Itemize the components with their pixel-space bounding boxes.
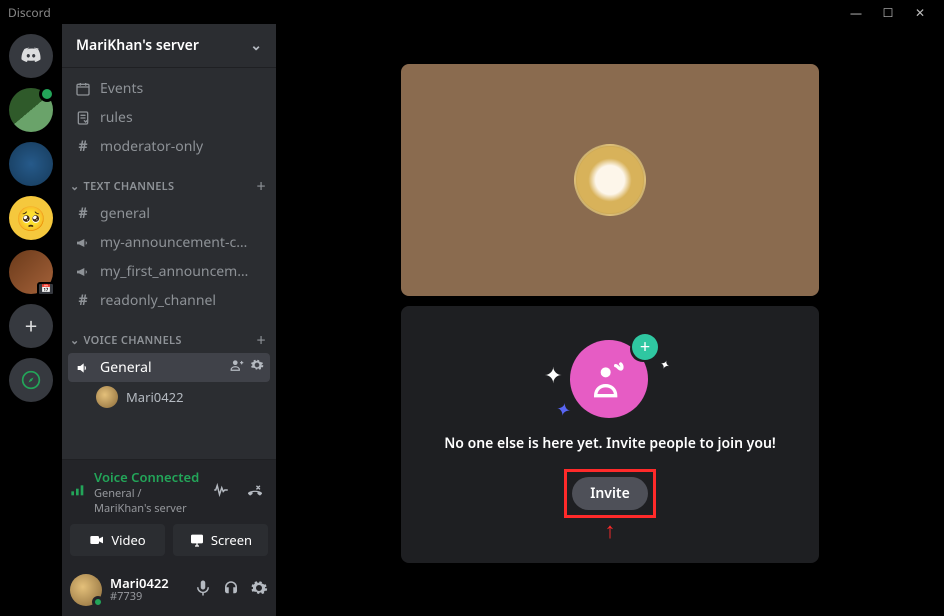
server-name: MariKhan's server [76, 36, 199, 55]
voice-status: Voice Connected [94, 468, 200, 486]
self-video-tile[interactable] [401, 64, 819, 296]
rules-row[interactable]: rules [68, 103, 270, 132]
screen-share-button[interactable]: Screen [173, 524, 268, 556]
empty-state-tile: ✦ + ✦ ✦ No one else is here yet. Invite … [401, 306, 819, 563]
channel-label: my-announcement-cha… [100, 233, 250, 252]
invite-button[interactable]: Invite [572, 477, 648, 510]
mute-button[interactable] [194, 579, 212, 602]
moderator-only-row[interactable]: # moderator-only [68, 132, 270, 161]
video-icon [89, 532, 105, 548]
video-button[interactable]: Video [70, 524, 165, 556]
window-titlebar: Discord — ☐ ✕ [0, 0, 944, 24]
sparkle-icon: ✦ [657, 355, 672, 374]
avatar [574, 144, 646, 216]
server-header[interactable]: MariKhan's server ⌄ [62, 24, 276, 68]
megaphone-icon [74, 263, 92, 281]
hash-icon: # [74, 138, 92, 156]
window-close-button[interactable]: ✕ [904, 4, 936, 21]
waving-person-icon [589, 359, 629, 399]
video-button-label: Video [111, 531, 145, 549]
chevron-down-icon: ⌄ [250, 36, 262, 55]
discord-logo-icon [19, 44, 43, 68]
text-channels-label: TEXT CHANNELS [84, 179, 175, 194]
add-voice-channel-button[interactable]: + [257, 329, 266, 351]
hash-icon: # [74, 292, 92, 310]
voice-channel-label: General [100, 358, 152, 377]
screen-button-label: Screen [211, 531, 252, 549]
moderator-only-label: moderator-only [100, 137, 203, 156]
channel-settings-icon[interactable] [250, 358, 264, 377]
channel-readonly[interactable]: # readonly_channel [68, 286, 270, 315]
compass-icon [21, 370, 41, 390]
user-panel: Mari0422 #7739 [62, 564, 276, 616]
voice-connection-panel: Voice Connected General / MariKhan's ser… [62, 459, 276, 564]
invite-illustration: ✦ + ✦ ✦ [550, 336, 670, 424]
server-avatar-3[interactable]: 🥺 [9, 196, 53, 240]
add-text-channel-button[interactable]: + [257, 175, 266, 197]
deafen-button[interactable] [222, 579, 240, 602]
window-minimize-button[interactable]: — [840, 4, 872, 21]
chevron-down-icon: ⌄ [70, 179, 80, 194]
online-status-icon [92, 596, 104, 608]
sparkle-icon: ✦ [544, 360, 562, 390]
server-avatar-4[interactable]: 📅 [9, 250, 53, 294]
avatar [96, 386, 118, 408]
window-maximize-button[interactable]: ☐ [872, 4, 904, 21]
explore-servers-button[interactable] [9, 358, 53, 402]
channel-sidebar: MariKhan's server ⌄ Events rules # moder… [62, 24, 276, 616]
server-rail: 🥺 📅 + [0, 24, 62, 616]
empty-state-text: No one else is here yet. Invite people t… [444, 434, 776, 453]
voice-subtext: General / MariKhan's server [94, 486, 200, 516]
channel-label: general [100, 204, 150, 223]
channel-my-announcement[interactable]: my-announcement-cha… [68, 228, 270, 257]
hash-icon: # [74, 205, 92, 223]
channel-general[interactable]: # general [68, 199, 270, 228]
rules-icon [74, 109, 92, 127]
events-row[interactable]: Events [68, 74, 270, 103]
sparkle-icon: ✦ [554, 397, 574, 424]
speaker-icon [74, 359, 92, 377]
noise-suppression-button[interactable] [208, 477, 234, 508]
window-title: Discord [8, 4, 840, 21]
channel-label: my_first_announcemen… [100, 262, 250, 281]
events-label: Events [100, 79, 143, 98]
rules-label: rules [100, 108, 133, 127]
calendar-icon [74, 80, 92, 98]
channel-label: readonly_channel [100, 291, 216, 310]
user-settings-button[interactable] [250, 579, 268, 602]
plus-badge-icon: + [632, 334, 658, 360]
user-tag: #7739 [110, 591, 186, 604]
voice-channels-label: VOICE CHANNELS [84, 333, 182, 348]
voice-channel-general[interactable]: General [68, 353, 270, 382]
megaphone-icon [74, 234, 92, 252]
screen-icon [189, 532, 205, 548]
invite-highlight: Invite [564, 469, 656, 518]
voice-stage: ✦ + ✦ ✦ No one else is here yet. Invite … [276, 24, 944, 616]
create-invite-icon[interactable] [230, 358, 244, 377]
chevron-down-icon: ⌄ [70, 333, 80, 348]
channel-my-first-announcement[interactable]: my_first_announcemen… [68, 257, 270, 286]
server-avatar-1[interactable] [9, 88, 53, 132]
voice-channels-category[interactable]: ⌄ VOICE CHANNELS + [68, 315, 270, 353]
voice-member[interactable]: Mari0422 [68, 382, 270, 412]
voice-member-name: Mari0422 [126, 388, 184, 406]
event-badge-icon: 📅 [37, 282, 55, 296]
add-server-button[interactable]: + [9, 304, 53, 348]
home-button[interactable] [9, 34, 53, 78]
annotation-arrow-icon: ↑ [605, 524, 616, 537]
server-avatar-2[interactable] [9, 142, 53, 186]
user-avatar[interactable] [70, 574, 102, 606]
speaking-badge-icon [39, 86, 55, 102]
signal-icon [70, 481, 86, 503]
text-channels-category[interactable]: ⌄ TEXT CHANNELS + [68, 161, 270, 199]
disconnect-button[interactable] [242, 477, 268, 508]
